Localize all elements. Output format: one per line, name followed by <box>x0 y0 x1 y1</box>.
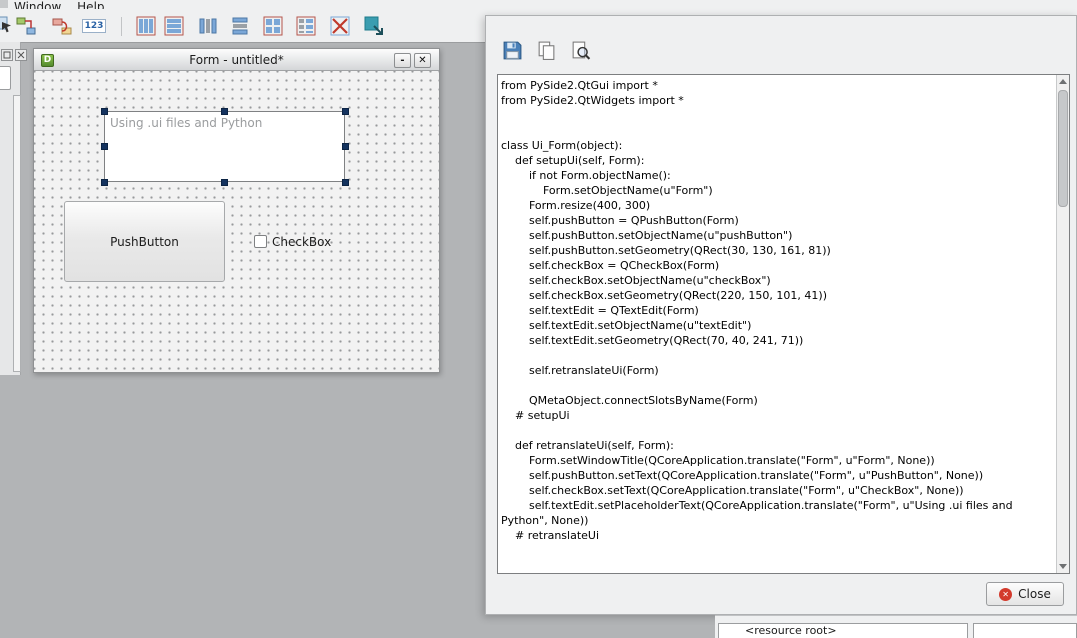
form-window-title: Form - untitled* <box>34 53 439 67</box>
selection-handle-mid-left[interactable] <box>101 143 108 150</box>
textedit-placeholder: Using .ui files and Python <box>110 116 262 130</box>
code-line: def setupUi(self, Form): <box>501 153 1054 168</box>
close-icon: ✕ <box>999 588 1012 601</box>
edit-tab-order-icon[interactable]: 123 <box>82 14 106 38</box>
code-line: self.pushButton = QPushButton(Form) <box>501 213 1054 228</box>
code-line <box>501 378 1054 393</box>
selection-handle-bottom-right[interactable] <box>342 179 349 186</box>
menu-help[interactable]: Help <box>71 0 110 9</box>
form-window-titlebar[interactable]: D Form - untitled* - ✕ <box>34 49 439 71</box>
code-line: self.retranslateUi(Form) <box>501 363 1054 378</box>
code-line: # setupUi <box>501 408 1054 423</box>
edit-buddies-icon[interactable] <box>50 14 74 38</box>
form-canvas[interactable]: Using .ui files and Python PushButton Ch… <box>34 71 439 372</box>
dialog-close-button[interactable]: ✕ Close <box>986 582 1064 606</box>
selection-handle-bottom-left[interactable] <box>101 179 108 186</box>
resource-root-label: <resource root> <box>745 624 837 637</box>
selection-handle-bottom-center[interactable] <box>221 179 228 186</box>
form-designer-window: D Form - untitled* - ✕ Using .ui files a… <box>33 48 440 373</box>
layout-splitter-horizontal-icon[interactable] <box>196 14 220 38</box>
code-dialog-toolbar <box>500 38 592 68</box>
code-line: self.pushButton.setGeometry(QRect(30, 13… <box>501 243 1054 258</box>
widget-filter-input[interactable] <box>0 66 11 90</box>
textedit-widget[interactable]: Using .ui files and Python <box>104 111 345 182</box>
widget-box-scrollbar[interactable] <box>13 95 21 372</box>
code-line: QMetaObject.connectSlotsByName(Form) <box>501 393 1054 408</box>
layout-splitter-vertical-icon[interactable] <box>228 14 252 38</box>
code-line: self.textEdit = QTextEdit(Form) <box>501 303 1054 318</box>
layout-form-icon[interactable] <box>294 14 318 38</box>
adjust-size-icon[interactable] <box>362 14 386 38</box>
selection-handle-top-center[interactable] <box>221 108 228 115</box>
find-icon[interactable] <box>568 38 592 62</box>
pushbutton-widget[interactable]: PushButton <box>64 201 225 282</box>
code-line: class Ui_Form(object): <box>501 138 1054 153</box>
scroll-down-icon[interactable] <box>1057 560 1069 573</box>
minimize-button[interactable]: - <box>394 53 411 68</box>
close-button-label: Close <box>1018 587 1051 601</box>
code-lines: from PySide2.QtGui import *from PySide2.… <box>498 75 1056 573</box>
code-line <box>501 108 1054 123</box>
checkbox-label: CheckBox <box>272 235 331 249</box>
code-line <box>501 348 1054 363</box>
checkbox-indicator[interactable] <box>254 235 267 248</box>
toolbar-separator <box>121 17 122 36</box>
break-layout-icon[interactable] <box>328 14 352 38</box>
code-line: self.checkBox.setObjectName(u"checkBox") <box>501 273 1054 288</box>
layout-grid-icon[interactable] <box>261 14 285 38</box>
code-line: self.pushButton.setObjectName(u"pushButt… <box>501 228 1054 243</box>
app-icon <box>0 0 8 8</box>
save-icon[interactable] <box>500 38 524 62</box>
selection-handle-top-right[interactable] <box>342 108 349 115</box>
code-line: self.textEdit.setGeometry(QRect(70, 40, … <box>501 333 1054 348</box>
menu-bar: Window Help <box>0 0 1077 9</box>
code-preview-dialog: from PySide2.QtGui import *from PySide2.… <box>485 15 1077 615</box>
code-line: Form.resize(400, 300) <box>501 198 1054 213</box>
layout-vertical-icon[interactable] <box>162 14 186 38</box>
code-line: self.textEdit.setPlaceholderText(QCoreAp… <box>501 498 1054 528</box>
menu-window[interactable]: Window <box>8 0 67 9</box>
code-line <box>501 123 1054 138</box>
code-line: def retranslateUi(self, Form): <box>501 438 1054 453</box>
resource-root-item[interactable]: <resource root> <box>718 623 968 638</box>
code-line: from PySide2.QtWidgets import * <box>501 93 1054 108</box>
code-line: self.checkBox.setGeometry(QRect(220, 150… <box>501 288 1054 303</box>
checkbox-widget[interactable]: CheckBox <box>254 221 355 262</box>
designer-form-icon: D <box>41 54 54 67</box>
dock-float-icon[interactable] <box>1 49 13 61</box>
qt-designer-screen: Window Help 123 <box>0 0 1077 638</box>
dock-close-icon[interactable] <box>15 49 27 61</box>
code-line: self.checkBox = QCheckBox(Form) <box>501 258 1054 273</box>
code-view[interactable]: from PySide2.QtGui import *from PySide2.… <box>497 74 1070 574</box>
resource-browser-window: <resource root> <box>715 615 1077 638</box>
code-line: Form.setObjectName(u"Form") <box>501 183 1054 198</box>
code-line: self.textEdit.setObjectName(u"textEdit") <box>501 318 1054 333</box>
selection-handle-mid-right[interactable] <box>342 143 349 150</box>
code-line: from PySide2.QtGui import * <box>501 78 1054 93</box>
scroll-up-icon[interactable] <box>1057 75 1069 88</box>
code-line: self.checkBox.setText(QCoreApplication.t… <box>501 483 1054 498</box>
scrollbar-thumb[interactable] <box>1058 90 1068 207</box>
code-line: Form.setWindowTitle(QCoreApplication.tra… <box>501 453 1054 468</box>
code-scrollbar[interactable] <box>1056 75 1069 573</box>
code-line: # retranslateUi <box>501 528 1054 543</box>
code-line: if not Form.objectName(): <box>501 168 1054 183</box>
code-line: self.pushButton.setText(QCoreApplication… <box>501 468 1054 483</box>
window-close-button[interactable]: ✕ <box>414 53 431 68</box>
code-line <box>501 423 1054 438</box>
resource-side-panel[interactable] <box>973 623 1077 638</box>
layout-horizontal-icon[interactable] <box>134 14 158 38</box>
copy-icon[interactable] <box>534 38 558 62</box>
selection-handle-top-left[interactable] <box>101 108 108 115</box>
edit-signals-slots-icon[interactable] <box>14 14 38 38</box>
